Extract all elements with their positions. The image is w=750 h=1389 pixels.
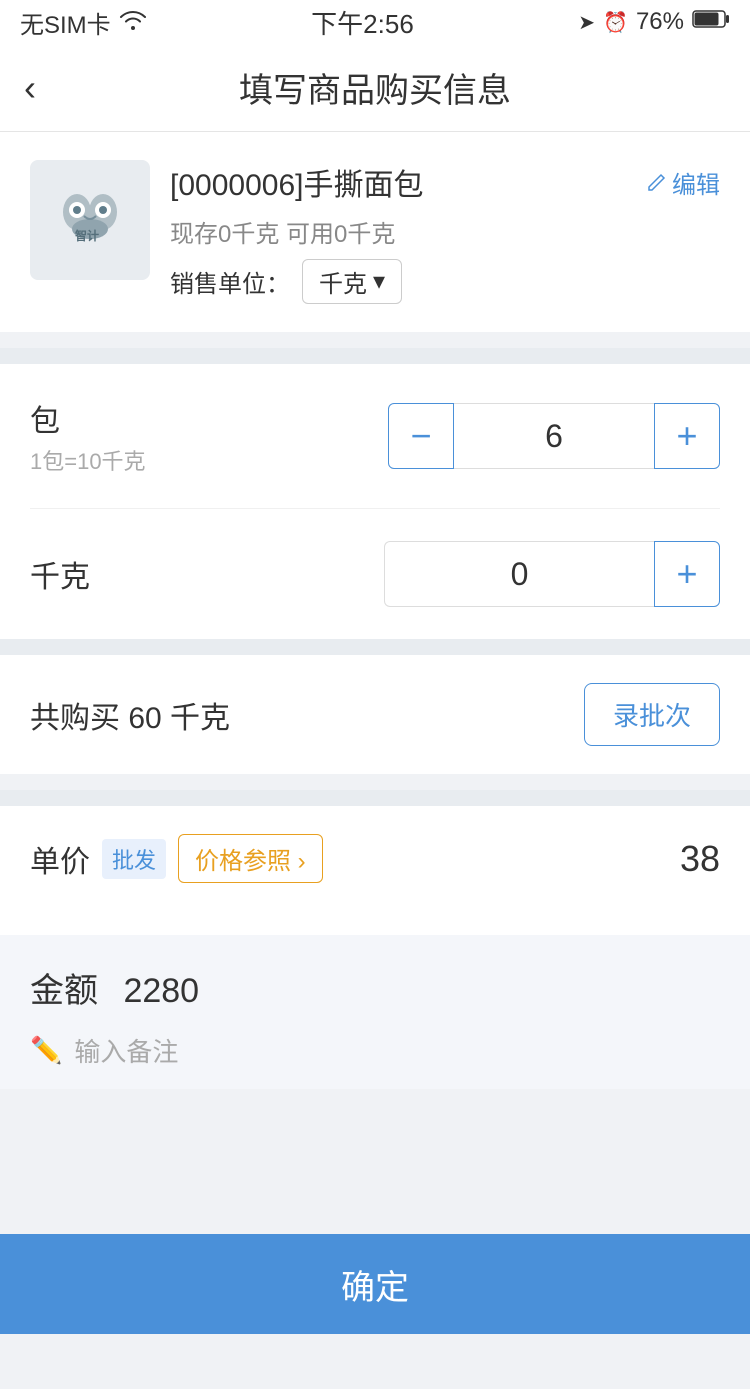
status-right: ➤ ⏰ 76%	[578, 8, 730, 36]
dropdown-icon: ▾	[373, 267, 385, 296]
product-stock: 现存0千克 可用0千克	[170, 214, 720, 249]
price-label: 单价 批发 价格参照 ›	[30, 834, 323, 883]
package-increase-button[interactable]: +	[654, 403, 720, 469]
amount-row: 金额 2280	[30, 963, 720, 1012]
kg-quantity-control: +	[384, 541, 720, 607]
price-label-text: 单价	[30, 837, 90, 881]
divider-3	[0, 790, 750, 806]
status-bar: 无SIM卡 下午2:56 ➤ ⏰ 76%	[0, 0, 750, 44]
product-name: [0000006]手撕面包	[170, 160, 423, 204]
edit-button[interactable]: 编辑	[646, 165, 720, 200]
divider-1	[0, 348, 750, 364]
unit-value: 千克	[319, 264, 367, 299]
price-row: 单价 批发 价格参照 › 38	[30, 834, 720, 883]
batch-tag: 批发	[102, 839, 166, 879]
page-title: 填写商品购买信息	[239, 63, 511, 112]
alarm-icon: ⏰	[603, 10, 628, 35]
kg-label-main: 千克	[30, 552, 90, 596]
product-image: 智计	[30, 160, 150, 280]
product-card: 智计 [0000006]手撕面包 编辑 现存0千克 可用0千克 销售单位： 千克…	[0, 132, 750, 332]
edit-label: 编辑	[672, 165, 720, 200]
kg-row: 千克 +	[30, 509, 720, 639]
location-icon: ➤	[578, 10, 595, 35]
package-label-main: 包	[30, 396, 146, 440]
confirm-button-text: 确定	[341, 1260, 409, 1309]
package-input[interactable]	[454, 403, 654, 469]
battery-text: 76%	[636, 8, 684, 36]
price-value: 38	[680, 838, 720, 880]
amount-label: 金额	[30, 972, 98, 1010]
note-text: 输入备注	[74, 1032, 178, 1069]
svg-text:智计: 智计	[74, 228, 99, 243]
back-button[interactable]: ‹	[24, 67, 36, 109]
wifi-icon	[119, 8, 147, 37]
product-info: [0000006]手撕面包 编辑 现存0千克 可用0千克 销售单位： 千克 ▾	[170, 160, 720, 304]
unit-label: 销售单位：	[170, 264, 290, 299]
amount-value: 2280	[123, 972, 199, 1010]
kg-increase-button[interactable]: +	[654, 541, 720, 607]
package-quantity-control: − +	[388, 403, 720, 469]
total-row: 共购买 60 千克 录批次	[0, 655, 750, 774]
price-section: 单价 批发 价格参照 › 38	[0, 806, 750, 935]
pencil-icon: ✏️	[30, 1035, 62, 1066]
nav-bar: ‹ 填写商品购买信息	[0, 44, 750, 132]
amount-section: 金额 2280 ✏️ 输入备注	[0, 935, 750, 1089]
status-left: 无SIM卡	[20, 5, 147, 40]
package-row: 包 1包=10千克 − +	[30, 364, 720, 509]
kg-label: 千克	[30, 552, 90, 596]
unit-select[interactable]: 千克 ▾	[302, 259, 402, 304]
kg-input[interactable]	[384, 541, 654, 607]
confirm-bar[interactable]: 确定	[0, 1234, 750, 1334]
input-section: 包 1包=10千克 − + 千克 +	[0, 364, 750, 639]
divider-2	[0, 639, 750, 655]
package-hint: 1包=10千克	[30, 444, 146, 476]
battery-icon	[692, 8, 730, 36]
note-row[interactable]: ✏️ 输入备注	[30, 1032, 720, 1089]
status-time: 下午2:56	[311, 4, 414, 41]
unit-row: 销售单位： 千克 ▾	[170, 259, 720, 304]
owl-logo: 智计	[55, 184, 125, 256]
package-label: 包 1包=10千克	[30, 396, 146, 476]
price-ref-button[interactable]: 价格参照 ›	[178, 834, 323, 883]
carrier-text: 无SIM卡	[20, 5, 111, 40]
total-text: 共购买 60 千克	[30, 693, 230, 737]
package-decrease-button[interactable]: −	[388, 403, 454, 469]
batch-button[interactable]: 录批次	[584, 683, 720, 746]
